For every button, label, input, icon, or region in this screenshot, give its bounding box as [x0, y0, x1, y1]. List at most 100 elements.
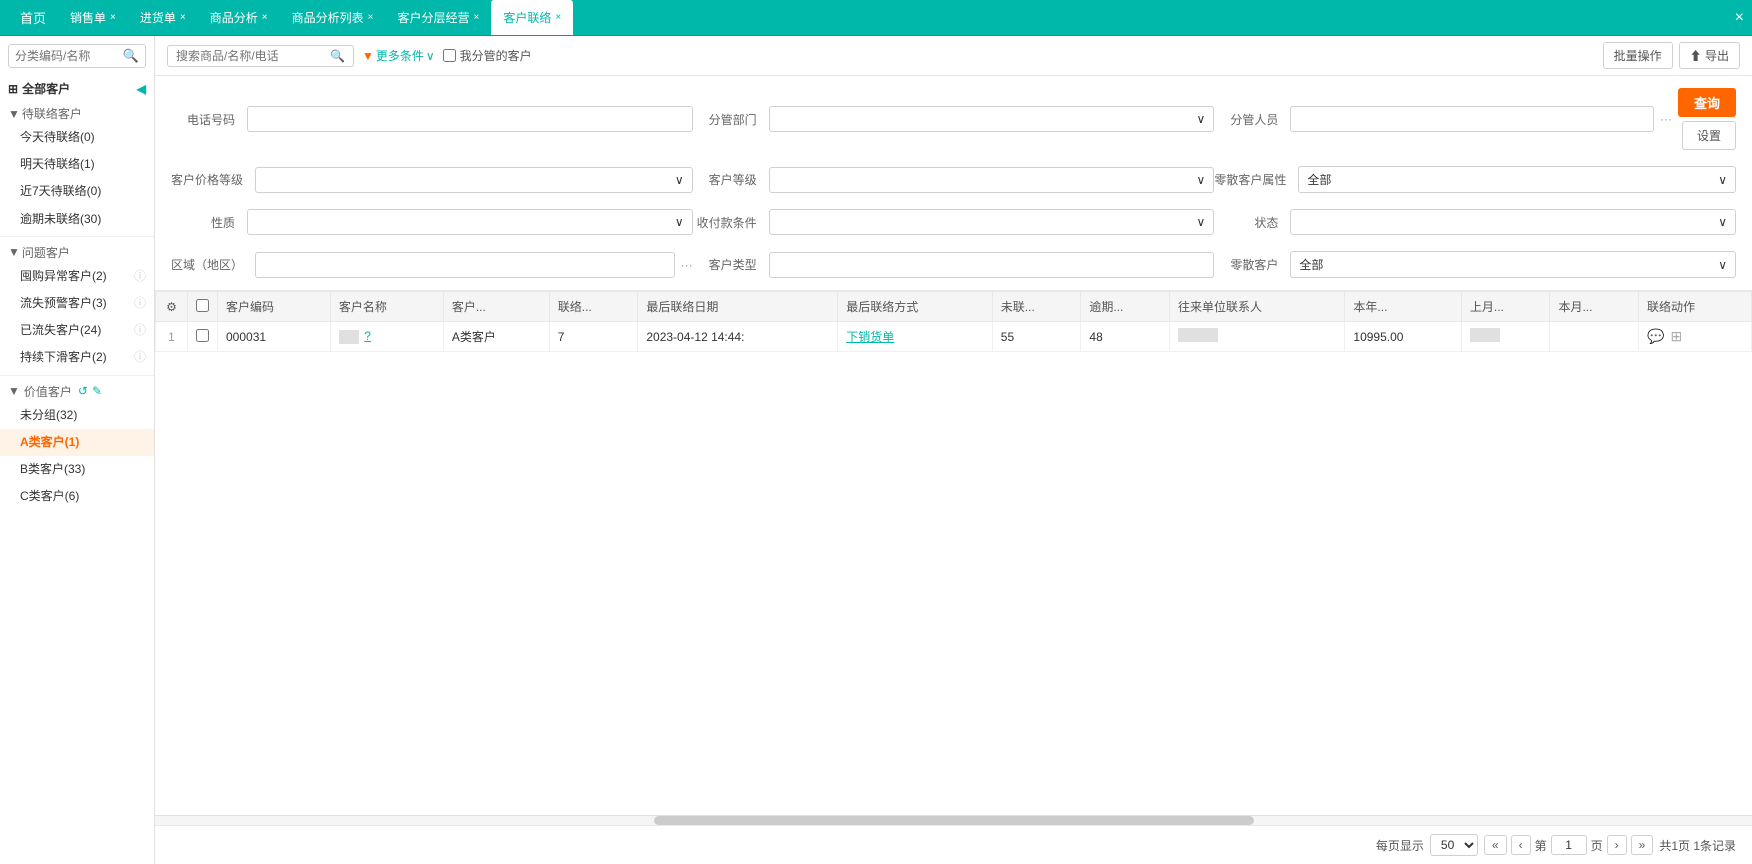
filter-dept-label: 分管部门: [693, 111, 763, 128]
sidebar-item-c-class[interactable]: C类客户(6): [0, 483, 154, 510]
content-area: 🔍 ▼ 更多条件 ∨ 我分管的客户 批量操作 ⬆ 导出: [155, 36, 1752, 864]
settings-button[interactable]: 设置: [1682, 121, 1736, 150]
info-icon-hoard: ⓘ: [134, 267, 146, 286]
td-check[interactable]: [188, 322, 218, 352]
nav-home[interactable]: 首页: [8, 8, 58, 27]
filter-customer-type-select[interactable]: [769, 252, 1215, 278]
person-dots-icon[interactable]: ···: [1660, 112, 1672, 126]
sidebar-item-7days[interactable]: 近7天待联络(0): [0, 178, 154, 205]
export-icon: ⬆: [1690, 49, 1702, 63]
close-tab-customer-contact[interactable]: ×: [555, 12, 561, 23]
customer-name-text[interactable]: ?: [364, 329, 371, 343]
sidebar-search-icon[interactable]: 🔍: [123, 48, 139, 64]
sidebar-item-declining[interactable]: 持续下滑客户(2) ⓘ: [0, 344, 154, 371]
filter-search-icon[interactable]: 🔍: [330, 49, 345, 63]
td-overdue: 48: [1081, 322, 1170, 352]
status-chevron-icon: ∨: [1718, 215, 1727, 229]
td-last-date: 2023-04-12 14:44:: [638, 322, 838, 352]
nav-tab-analysis[interactable]: 商品分析 ×: [198, 0, 280, 35]
last-method-link[interactable]: 下销货单: [846, 330, 894, 344]
sidebar-refresh-icon[interactable]: ↺: [78, 384, 88, 398]
sidebar-item-lost[interactable]: 已流失客户(24) ⓘ: [0, 317, 154, 344]
select-all-checkbox[interactable]: [196, 299, 209, 312]
filter-search-input[interactable]: [176, 49, 326, 63]
batch-op-button[interactable]: 批量操作: [1603, 42, 1673, 69]
sidebar-item-a-class[interactable]: A类客户(1): [0, 429, 154, 456]
sidebar-item-today[interactable]: 今天待联络(0): [0, 124, 154, 151]
divider-1: [0, 236, 154, 237]
row-checkbox[interactable]: [196, 329, 209, 342]
close-tab-sales[interactable]: ×: [110, 12, 116, 23]
sidebar-edit-icon[interactable]: ✎: [92, 384, 102, 398]
qr-icon[interactable]: ⊞: [1670, 328, 1682, 345]
customer-table: ⚙ 客户编码 客户名称 客户... 联络...: [155, 291, 1752, 352]
next-page-button[interactable]: ›: [1607, 835, 1627, 855]
h-scrollbar-thumb[interactable]: [654, 816, 1254, 825]
filter-grid: 电话号码 分管部门 ∨ 分管人员 ···: [155, 76, 1752, 290]
td-action: 💬 ⊞: [1639, 322, 1752, 352]
filter-price-select[interactable]: ∨: [255, 167, 693, 193]
td-name[interactable]: ?: [330, 322, 443, 352]
sidebar-item-hoard[interactable]: 囤购异常客户(2) ⓘ: [0, 263, 154, 290]
sidebar-item-churn-warn[interactable]: 流失预警客户(3) ⓘ: [0, 290, 154, 317]
close-tab-customer-mgmt[interactable]: ×: [473, 12, 479, 23]
sidebar-group-pending[interactable]: ▼ 待联络客户: [0, 101, 154, 124]
prev-page-button[interactable]: ‹: [1511, 835, 1531, 855]
close-tab-purchase[interactable]: ×: [180, 12, 186, 23]
filter-payment-select[interactable]: ∨: [769, 209, 1215, 235]
sidebar-item-tomorrow[interactable]: 明天待联络(1): [0, 151, 154, 178]
nav-tab-purchase[interactable]: 进货单 ×: [128, 0, 198, 35]
filter-nature-select[interactable]: ∨: [247, 209, 693, 235]
my-customers-checkbox[interactable]: [443, 49, 456, 62]
page-label: 第: [1535, 837, 1547, 854]
filter-search-wrapper: 🔍: [167, 45, 354, 67]
query-button[interactable]: 查询: [1678, 88, 1736, 117]
sidebar-collapse-icon[interactable]: ◀: [137, 82, 146, 96]
filter-region-label: 区域（地区）: [171, 256, 249, 273]
th-this-year: 本年...: [1345, 292, 1461, 322]
window-close-icon[interactable]: ×: [1735, 9, 1744, 27]
filter-dept-select[interactable]: ∨: [769, 106, 1215, 132]
th-sort-name[interactable]: 客户名称: [339, 300, 387, 314]
sidebar-all-customers[interactable]: ⊞ 全部客户 ◀: [0, 76, 154, 101]
filter-status-select[interactable]: ∨: [1290, 209, 1736, 235]
filter-level-label: 客户等级: [693, 171, 763, 188]
th-check[interactable]: [188, 292, 218, 322]
th-gear[interactable]: ⚙: [156, 292, 188, 322]
close-tab-analysis[interactable]: ×: [262, 12, 268, 23]
filter-person-select[interactable]: [1290, 106, 1654, 132]
sidebar-search-input[interactable]: [15, 49, 123, 63]
sidebar-item-ungroup[interactable]: 未分组(32): [0, 402, 154, 429]
region-dots-icon[interactable]: ···: [681, 258, 693, 272]
td-contact: 7: [549, 322, 638, 352]
h-scrollbar[interactable]: [155, 815, 1752, 825]
last-page-button[interactable]: »: [1631, 835, 1654, 855]
sidebar-group-value[interactable]: ▼ 价值客户 ↺ ✎: [0, 379, 154, 402]
filter-retail-attr-select[interactable]: 全部 ∨: [1298, 166, 1736, 193]
close-tab-analysis-list[interactable]: ×: [368, 12, 374, 23]
filter-region-select[interactable]: [255, 252, 675, 278]
sidebar: 🔍 ⊞ 全部客户 ◀ ▼ 待联络客户 今天待联络(0) 明天待联络(1) 近7天…: [0, 36, 155, 864]
td-type: A类客户: [443, 322, 549, 352]
export-button[interactable]: ⬆ 导出: [1679, 42, 1740, 69]
td-this-year: 10995.00: [1345, 322, 1461, 352]
chat-icon[interactable]: 💬: [1647, 328, 1664, 345]
first-page-button[interactable]: «: [1484, 835, 1507, 855]
td-last-method[interactable]: 下销货单: [838, 322, 993, 352]
th-sort-code[interactable]: 客户编码: [226, 300, 274, 314]
filter-more-button[interactable]: ▼ 更多条件 ∨: [362, 47, 435, 64]
sidebar-item-b-class[interactable]: B类客户(33): [0, 456, 154, 483]
dept-chevron-icon: ∨: [1197, 112, 1206, 126]
filter-level-select[interactable]: ∨: [769, 167, 1215, 193]
nav-tab-analysis-list[interactable]: 商品分析列表 ×: [280, 0, 386, 35]
nav-tab-sales[interactable]: 销售单 ×: [58, 0, 128, 35]
sidebar-item-overdue[interactable]: 逾期未联络(30): [0, 206, 154, 233]
sidebar-group-problem[interactable]: ▼ 问题客户: [0, 240, 154, 263]
filter-retail-customer-select[interactable]: 全部 ∨: [1290, 251, 1736, 278]
filter-my-customers[interactable]: 我分管的客户: [443, 47, 532, 64]
page-number-input[interactable]: [1551, 835, 1587, 855]
page-size-select[interactable]: 50: [1430, 834, 1478, 856]
filter-phone-input[interactable]: [247, 106, 693, 132]
nav-tab-customer-contact[interactable]: 客户联络 ×: [491, 0, 573, 35]
nav-tab-customer-mgmt[interactable]: 客户分层经营 ×: [385, 0, 491, 35]
